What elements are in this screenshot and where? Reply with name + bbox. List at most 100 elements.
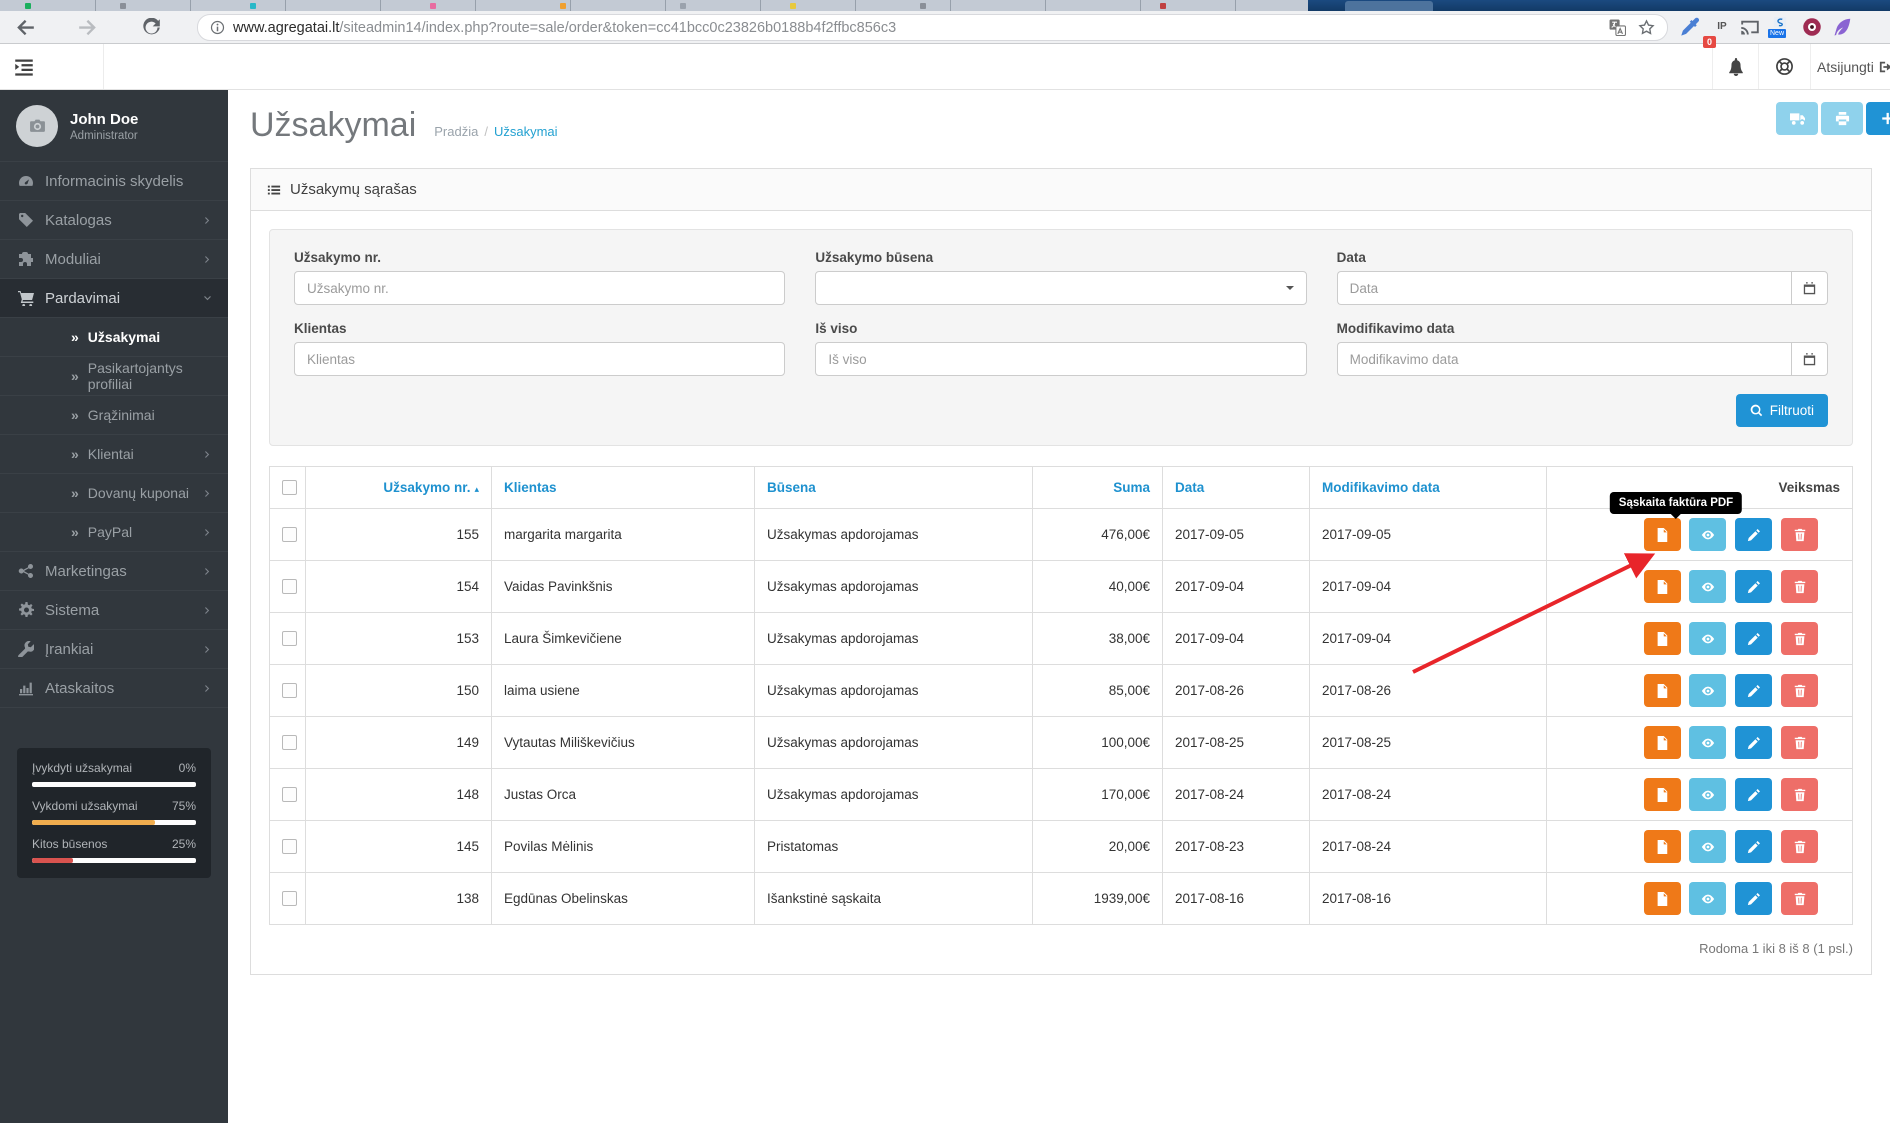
column-header[interactable]: Užsakymo nr. ▴ [305, 466, 492, 509]
delete-order-button[interactable] [1781, 622, 1818, 655]
select-all-checkbox[interactable] [282, 480, 297, 495]
breadcrumb-home[interactable]: Pradžia [434, 124, 478, 139]
column-header[interactable]: Modifikavimo data [1309, 466, 1547, 509]
filter-button[interactable]: Filtruoti [1735, 394, 1828, 427]
browser-tab[interactable] [1345, 1, 1433, 11]
cast-extension-icon[interactable] [1740, 17, 1760, 37]
column-header[interactable]: Klientas [491, 466, 755, 509]
bookmark-star-icon[interactable] [1638, 19, 1655, 36]
invoice-pdf-button[interactable] [1643, 726, 1681, 759]
breadcrumb-current[interactable]: Užsakymai [494, 124, 558, 139]
sidebar-item[interactable]: Pardavimai [0, 279, 228, 318]
view-order-button[interactable] [1689, 674, 1727, 707]
customer-input[interactable] [294, 342, 786, 376]
browser-tabs[interactable] [0, 0, 1308, 11]
view-order-button[interactable] [1689, 778, 1727, 811]
sidebar-item[interactable]: Moduliai [0, 240, 228, 279]
edit-order-button[interactable] [1735, 674, 1773, 707]
delete-order-button[interactable] [1781, 778, 1818, 811]
progress-bar [32, 858, 196, 863]
add-order-button[interactable] [1866, 102, 1890, 135]
sidebar-toggle-icon[interactable] [14, 57, 34, 77]
row-checkbox[interactable] [282, 839, 297, 854]
page-info-icon[interactable] [210, 20, 225, 35]
ip-extension-icon[interactable]: IP [1712, 17, 1732, 37]
shipping-list-button[interactable] [1776, 102, 1818, 135]
view-order-button[interactable] [1689, 830, 1727, 863]
order-nr-input[interactable] [294, 271, 786, 305]
column-header[interactable]: Data [1162, 466, 1310, 509]
edit-order-button[interactable] [1735, 518, 1773, 551]
delete-order-button[interactable] [1781, 518, 1818, 551]
row-checkbox[interactable] [282, 527, 297, 542]
row-checkbox[interactable] [282, 683, 297, 698]
date-input[interactable] [1336, 271, 1792, 305]
invoice-pdf-button[interactable] [1643, 830, 1681, 863]
edit-order-button[interactable] [1735, 778, 1773, 811]
mod-date-input[interactable] [1336, 342, 1792, 376]
view-order-button[interactable] [1689, 726, 1727, 759]
sidebar-item[interactable]: Katalogas [0, 201, 228, 240]
edit-order-button[interactable] [1735, 622, 1773, 655]
sidebar-item[interactable]: » Klientai [0, 435, 228, 474]
column-header[interactable]: Suma [1032, 466, 1163, 509]
delete-order-button[interactable] [1781, 674, 1818, 707]
s-extension-icon[interactable]: New [1768, 17, 1790, 38]
row-checkbox[interactable] [282, 579, 297, 594]
view-order-button[interactable] [1689, 518, 1727, 551]
delete-order-button[interactable] [1781, 570, 1818, 603]
edit-order-button[interactable] [1735, 726, 1773, 759]
notifications-button[interactable]: 0 [1703, 36, 1758, 89]
row-checkbox[interactable] [282, 631, 297, 646]
invoice-pdf-button[interactable] [1643, 570, 1681, 603]
view-order-button[interactable] [1689, 570, 1727, 603]
delete-order-button[interactable] [1781, 882, 1818, 915]
sidebar-item[interactable]: Sistema [0, 591, 228, 630]
row-checkbox[interactable] [282, 891, 297, 906]
row-checkbox[interactable] [282, 735, 297, 750]
sidebar-item[interactable]: » Pasikartojantys profiliai [0, 357, 228, 396]
feather-extension-icon[interactable] [1832, 17, 1852, 37]
invoice-pdf-button[interactable] [1643, 518, 1681, 551]
sidebar-item[interactable]: Ataskaitos [0, 669, 228, 708]
reload-icon[interactable] [142, 18, 161, 37]
eye-icon [1701, 840, 1715, 854]
row-checkbox[interactable] [282, 787, 297, 802]
invoice-pdf-button[interactable] [1643, 622, 1681, 655]
column-header[interactable]: Būsena [754, 466, 1033, 509]
invoice-pdf-button[interactable] [1643, 882, 1681, 915]
mod-date-calendar-button[interactable] [1791, 342, 1828, 376]
view-order-button[interactable] [1689, 882, 1727, 915]
order-status-select[interactable] [815, 271, 1307, 305]
eyedropper-extension-icon[interactable] [1680, 17, 1700, 37]
edit-order-button[interactable] [1735, 830, 1773, 863]
forward-icon[interactable] [78, 18, 97, 37]
cell-date: 2017-08-26 [1162, 664, 1310, 717]
sidebar-item[interactable]: Marketingas [0, 552, 228, 591]
sidebar-item[interactable]: » Grąžinimai [0, 396, 228, 435]
cell-status: Užsakymas apdorojamas [754, 612, 1033, 665]
back-icon[interactable] [16, 18, 35, 37]
delete-order-button[interactable] [1781, 830, 1818, 863]
print-invoice-button[interactable] [1821, 102, 1863, 135]
invoice-pdf-button[interactable] [1643, 778, 1681, 811]
total-input[interactable] [815, 342, 1307, 376]
sidebar-item[interactable]: » PayPal [0, 513, 228, 552]
logout-button[interactable]: Atsijungti [1810, 44, 1890, 89]
address-bar[interactable]: www.agregatai.lt/siteadmin14/index.php?r… [197, 14, 1668, 41]
sidebar-item[interactable]: » Dovanų kuponai [0, 474, 228, 513]
date-calendar-button[interactable] [1791, 271, 1828, 305]
delete-order-button[interactable] [1781, 726, 1818, 759]
view-order-button[interactable] [1689, 622, 1727, 655]
edit-order-button[interactable] [1735, 882, 1773, 915]
sidebar-item[interactable]: » Užsakymai [0, 318, 228, 357]
orders-panel: Užsakymų sąrašas Užsakymo nr. Užsakymo b… [250, 168, 1872, 975]
invoice-pdf-button[interactable] [1643, 674, 1681, 707]
sidebar-item[interactable]: Įrankiai [0, 630, 228, 669]
colorpicker-extension-icon[interactable] [1802, 17, 1822, 37]
edit-order-button[interactable] [1735, 570, 1773, 603]
translate-icon[interactable] [1609, 19, 1626, 36]
pencil-icon [1747, 840, 1761, 854]
sidebar-item[interactable]: Informacinis skydelis [0, 162, 228, 201]
help-button[interactable] [1758, 44, 1810, 89]
